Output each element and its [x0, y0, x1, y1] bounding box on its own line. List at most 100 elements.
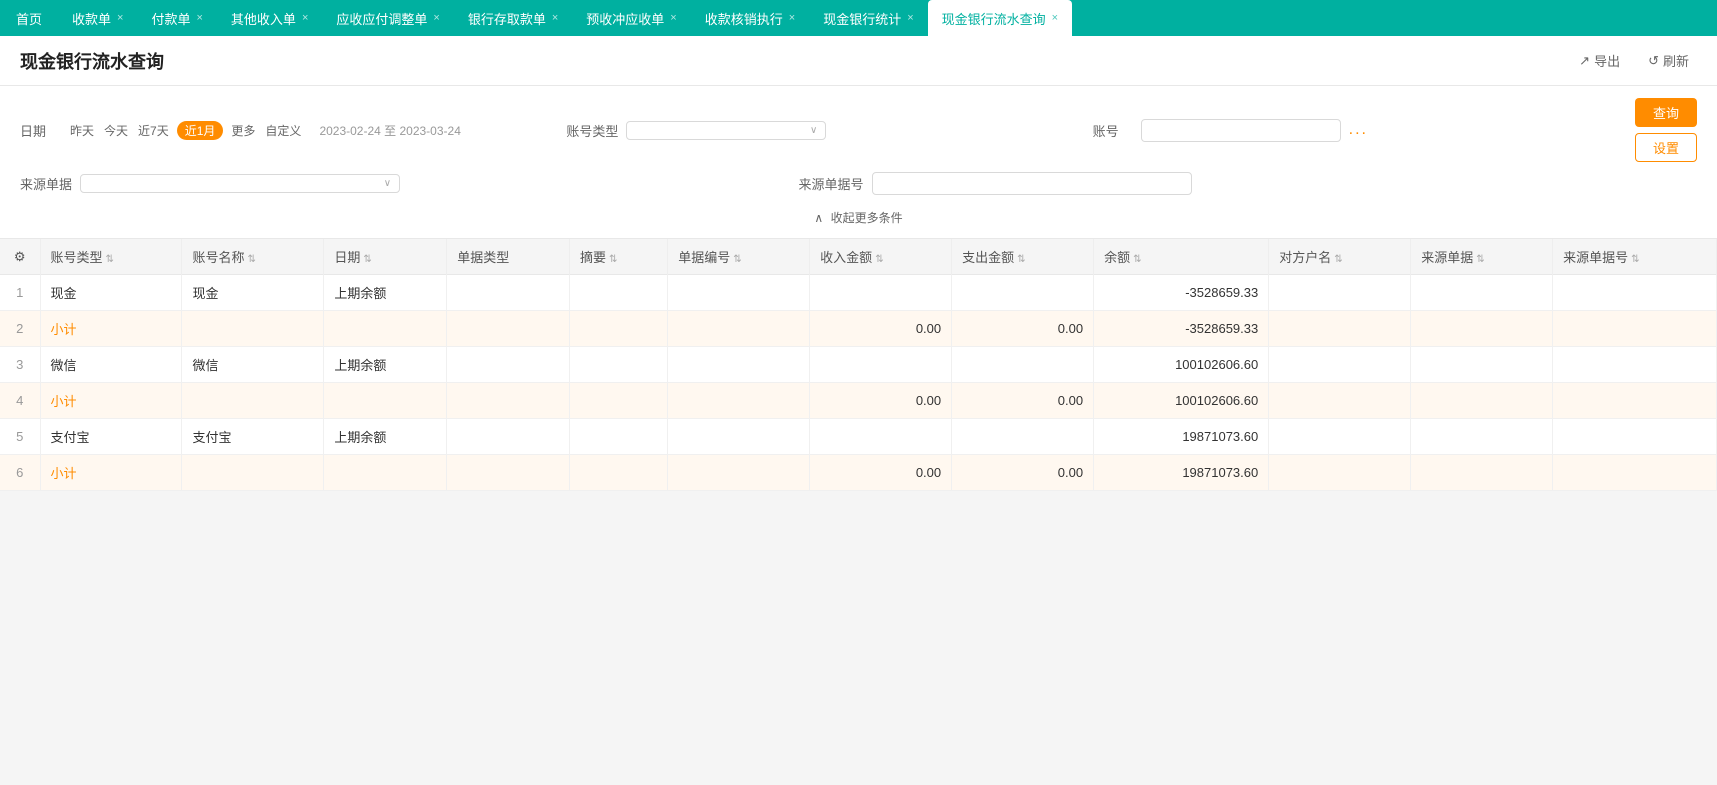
cell-doc_no	[668, 275, 810, 311]
cell-source_doc	[1411, 419, 1553, 455]
date-shortcut-昨天[interactable]: 昨天	[68, 121, 96, 140]
cell-date	[324, 311, 447, 347]
date-shortcut-今天[interactable]: 今天	[102, 121, 130, 140]
refresh-button[interactable]: ↺ 刷新	[1640, 47, 1697, 74]
nav-tab-收款单[interactable]: 收款单×	[58, 0, 137, 36]
col-counterpart[interactable]: 对方户名⇅	[1269, 239, 1411, 275]
date-shortcut-更多[interactable]: 更多	[229, 121, 257, 140]
cell-account_name: 微信	[182, 347, 324, 383]
col-doc_type: 单据类型	[447, 239, 570, 275]
col-doc_no[interactable]: 单据编号⇅	[668, 239, 810, 275]
tab-close-icon[interactable]: ×	[552, 12, 558, 24]
cell-source_doc_no	[1553, 347, 1717, 383]
col-income[interactable]: 收入金额⇅	[810, 239, 952, 275]
col-source_doc[interactable]: 来源单据⇅	[1411, 239, 1553, 275]
query-button[interactable]: 查询	[1635, 98, 1697, 127]
cell-doc_no	[668, 311, 810, 347]
filter-area: 日期 昨天今天近7天近1月更多自定义 2023-02-24 至 2023-03-…	[0, 86, 1717, 239]
export-button[interactable]: ↗ 导出	[1571, 47, 1628, 74]
cell-doc_no	[668, 455, 810, 491]
cell-summary	[570, 383, 668, 419]
date-shortcut-自定义[interactable]: 自定义	[263, 121, 303, 140]
col-label: 单据编号	[678, 250, 730, 265]
chevron-down-icon: ∨	[810, 125, 817, 136]
tab-close-icon[interactable]: ×	[117, 12, 123, 24]
col-summary[interactable]: 摘要⇅	[570, 239, 668, 275]
cell-source_doc	[1411, 275, 1553, 311]
cell-balance: 19871073.60	[1094, 455, 1269, 491]
cell-expense	[952, 419, 1094, 455]
source-doc-no-label: 来源单据号	[799, 174, 864, 193]
tab-close-icon[interactable]: ×	[907, 12, 913, 24]
cell-counterpart	[1269, 275, 1411, 311]
collapse-bar[interactable]: ∧ 收起更多条件	[20, 205, 1697, 230]
source-doc-label: 来源单据	[20, 174, 72, 193]
tab-close-icon[interactable]: ×	[196, 12, 202, 24]
tab-label: 收款核销执行	[705, 9, 783, 28]
col-date[interactable]: 日期⇅	[324, 239, 447, 275]
cell-expense: 0.00	[952, 383, 1094, 419]
date-shortcut-近1月[interactable]: 近1月	[177, 121, 224, 140]
cell-doc_no	[668, 383, 810, 419]
account-dots-button[interactable]: ...	[1349, 121, 1368, 139]
cell-expense	[952, 275, 1094, 311]
data-table: ⚙账号类型⇅账号名称⇅日期⇅单据类型摘要⇅单据编号⇅收入金额⇅支出金额⇅余额⇅对…	[0, 239, 1717, 491]
nav-home[interactable]: 首页	[0, 0, 58, 36]
nav-tab-预收冲应收单[interactable]: 预收冲应收单×	[572, 0, 690, 36]
account-type-select[interactable]: ∨	[626, 121, 826, 140]
account-input[interactable]	[1141, 119, 1341, 142]
cell-date: 上期余额	[324, 419, 447, 455]
cell-summary	[570, 419, 668, 455]
gear-icon[interactable]: ⚙	[14, 249, 26, 264]
nav-tab-现金银行流水查询[interactable]: 现金银行流水查询 ×	[928, 0, 1072, 36]
nav-tab-付款单[interactable]: 付款单×	[137, 0, 216, 36]
col-label: 收入金额	[820, 250, 872, 265]
col-source_doc_no[interactable]: 来源单据号⇅	[1553, 239, 1717, 275]
collapse-icon: ∧	[814, 211, 823, 225]
cell-doc_no	[668, 347, 810, 383]
nav-tab-应收应付调整单[interactable]: 应收应付调整单 ×	[322, 0, 453, 36]
nav-tab-现金银行统计[interactable]: 现金银行统计 ×	[809, 0, 927, 36]
nav-tab-收款核销执行[interactable]: 收款核销执行 ×	[691, 0, 809, 36]
cell-account_type: 微信	[40, 347, 182, 383]
col-account_type[interactable]: 账号类型⇅	[40, 239, 182, 275]
tab-close-icon[interactable]: ×	[670, 12, 676, 24]
collapse-label: 收起更多条件	[831, 211, 903, 225]
cell-source_doc	[1411, 383, 1553, 419]
filter-row-date: 日期 昨天今天近7天近1月更多自定义 2023-02-24 至 2023-03-…	[20, 98, 1697, 162]
tab-label: 现金银行流水查询	[942, 9, 1046, 28]
cell-date: 上期余额	[324, 347, 447, 383]
tab-label: 现金银行统计	[823, 9, 901, 28]
source-doc-select[interactable]: ∨	[80, 174, 400, 193]
tab-label: 应收应付调整单	[336, 9, 427, 28]
cell-income	[810, 419, 952, 455]
header-actions: ↗ 导出 ↺ 刷新	[1571, 47, 1697, 74]
col-label: 账号名称	[192, 250, 244, 265]
col-label: 摘要	[580, 250, 606, 265]
cell-counterpart	[1269, 347, 1411, 383]
sort-icon: ⇅	[875, 254, 883, 265]
col-account_name[interactable]: 账号名称⇅	[182, 239, 324, 275]
nav-tab-银行存取款单[interactable]: 银行存取款单×	[454, 0, 572, 36]
col-label: 来源单据	[1421, 250, 1473, 265]
right-buttons: 查询 设置	[1635, 98, 1697, 162]
settings-button[interactable]: 设置	[1635, 133, 1697, 162]
cell-doc_type	[447, 419, 570, 455]
tab-close-icon[interactable]: ×	[1052, 12, 1058, 24]
table-row: 1现金现金上期余额-3528659.33	[0, 275, 1717, 311]
source-doc-no-input[interactable]	[872, 172, 1192, 195]
nav-tab-其他收入单[interactable]: 其他收入单×	[217, 0, 322, 36]
col-label: 账号类型	[51, 250, 103, 265]
cell-gear: 4	[0, 383, 40, 419]
cell-summary	[570, 275, 668, 311]
date-shortcut-近7天[interactable]: 近7天	[136, 121, 171, 140]
tab-close-icon[interactable]: ×	[302, 12, 308, 24]
tab-close-icon[interactable]: ×	[433, 12, 439, 24]
cell-account_type: 小计	[40, 311, 182, 347]
tab-close-icon[interactable]: ×	[789, 12, 795, 24]
chevron-down-icon2: ∨	[384, 178, 391, 189]
cell-account_name: 支付宝	[182, 419, 324, 455]
col-expense[interactable]: 支出金额⇅	[952, 239, 1094, 275]
cell-balance: 100102606.60	[1094, 347, 1269, 383]
col-balance[interactable]: 余额⇅	[1094, 239, 1269, 275]
